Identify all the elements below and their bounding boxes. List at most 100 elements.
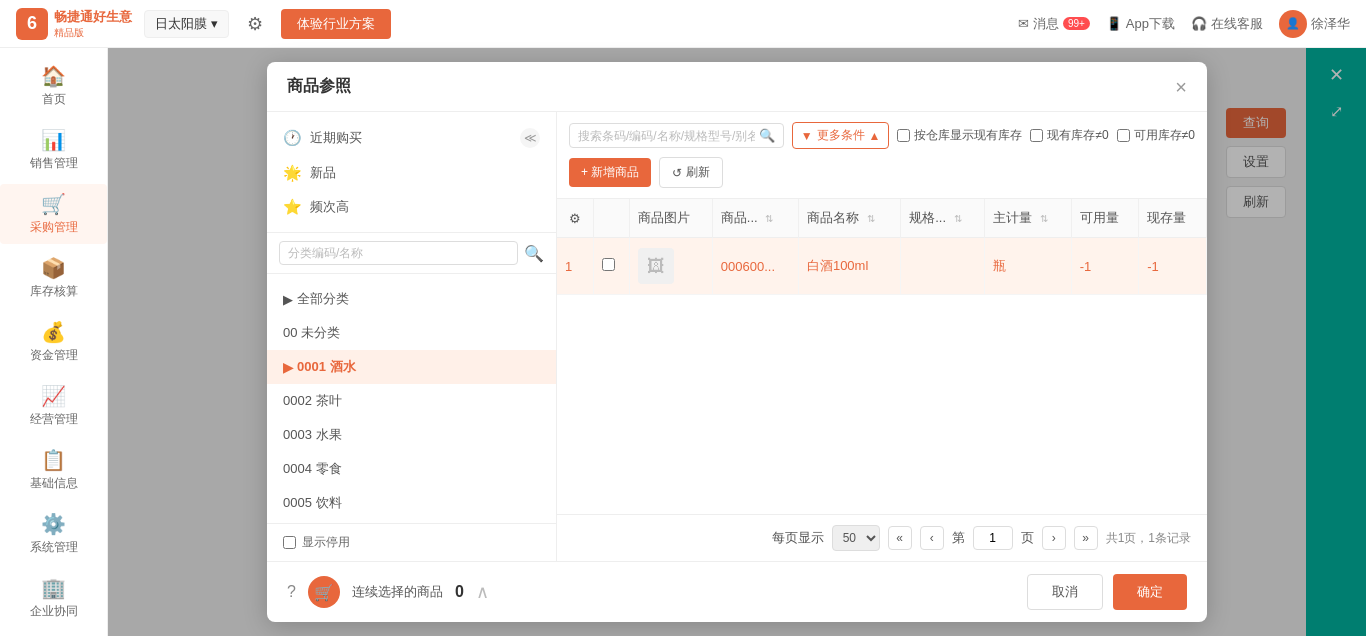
warehouse-stock-checkbox[interactable] bbox=[897, 129, 910, 142]
th-code[interactable]: 商品... ⇅ bbox=[712, 199, 798, 238]
sidebar-item-finance[interactable]: 💰 资金管理 bbox=[0, 312, 107, 372]
per-page-select[interactable]: 50 bbox=[832, 525, 880, 551]
cart-count: 0 bbox=[455, 583, 464, 601]
enterprise-icon: 🏢 bbox=[41, 576, 66, 600]
modal-header: 商品参照 × bbox=[267, 62, 1207, 112]
settings-icon[interactable]: ⚙ bbox=[241, 10, 269, 38]
sidebar-item-basic[interactable]: 📋 基础信息 bbox=[0, 440, 107, 500]
main-layout: 🏠 首页 📊 销售管理 🛒 采购管理 📦 库存核算 💰 资金管理 📈 经营管理 … bbox=[0, 48, 1366, 636]
refresh-btn[interactable]: ↺ 刷新 bbox=[659, 157, 723, 188]
show-disabled-checkbox[interactable] bbox=[283, 536, 296, 549]
product-search-wrap: 🔍 bbox=[569, 123, 784, 148]
first-page-btn[interactable]: « bbox=[888, 526, 912, 550]
category-item-0005[interactable]: 0005 饮料 bbox=[267, 486, 556, 520]
app-download-btn[interactable]: 📱 App下载 bbox=[1106, 15, 1175, 33]
collapse-left-btn[interactable]: ≪ bbox=[520, 128, 540, 148]
sidebar-item-guide[interactable]: 🎯 新手引导 bbox=[0, 632, 107, 636]
available-stock-checkbox[interactable] bbox=[1030, 129, 1043, 142]
th-unit[interactable]: 主计量 ⇅ bbox=[985, 199, 1072, 238]
th-stock: 现存量 bbox=[1139, 199, 1207, 238]
usable-stock-checkbox[interactable] bbox=[1117, 129, 1130, 142]
product-reference-modal: 商品参照 × 🕐 近期购买 ≪ � bbox=[267, 62, 1207, 622]
notification-icon: ✉ bbox=[1018, 16, 1029, 31]
checkbox-usable-stock[interactable]: 可用库存≠0 bbox=[1117, 127, 1195, 144]
tab-new-products[interactable]: 🌟 新品 bbox=[267, 156, 556, 190]
row-available: -1 bbox=[1071, 238, 1139, 295]
help-icon[interactable]: ? bbox=[287, 583, 296, 601]
category-search-input[interactable] bbox=[279, 241, 518, 265]
last-page-btn[interactable]: » bbox=[1074, 526, 1098, 550]
recent-icon: 🕐 bbox=[283, 129, 302, 147]
show-disabled-area: 显示停用 bbox=[267, 523, 556, 561]
category-item-0001[interactable]: ▶ 0001 酒水 bbox=[267, 350, 556, 384]
sidebar-item-enterprise[interactable]: 🏢 企业协同 bbox=[0, 568, 107, 628]
avatar: 👤 bbox=[1279, 10, 1307, 38]
tab-frequent[interactable]: ⭐ 频次高 bbox=[267, 190, 556, 224]
checkbox-available-stock[interactable]: 现有库存≠0 bbox=[1030, 127, 1108, 144]
page-label: 第 bbox=[952, 529, 965, 547]
page-suffix-label: 页 bbox=[1021, 529, 1034, 547]
checkbox-warehouse-stock[interactable]: 按仓库显示现有库存 bbox=[897, 127, 1022, 144]
table-row[interactable]: 1 🖼 000600... bbox=[557, 238, 1207, 295]
refresh-icon: ↺ bbox=[672, 166, 682, 180]
category-item-00[interactable]: 00 未分类 bbox=[267, 316, 556, 350]
more-filter-btn[interactable]: ▼ 更多条件 ▲ bbox=[792, 122, 890, 149]
category-item-0003[interactable]: 0003 水果 bbox=[267, 418, 556, 452]
sort-code-icon: ⇅ bbox=[765, 213, 773, 224]
category-item-0002[interactable]: 0002 茶叶 bbox=[267, 384, 556, 418]
arrow-right-icon: ▶ bbox=[283, 292, 293, 307]
th-spec[interactable]: 规格... ⇅ bbox=[901, 199, 985, 238]
sidebar-item-purchase[interactable]: 🛒 采购管理 bbox=[0, 184, 107, 244]
th-gear[interactable]: ⚙ bbox=[557, 199, 593, 238]
inventory-icon: 📦 bbox=[41, 256, 66, 280]
category-item-all[interactable]: ▶ 全部分类 bbox=[267, 282, 556, 316]
sidebar-item-home[interactable]: 🏠 首页 bbox=[0, 56, 107, 116]
notification-btn[interactable]: ✉ 消息 99+ bbox=[1018, 15, 1090, 33]
prev-page-btn[interactable]: ‹ bbox=[920, 526, 944, 550]
home-icon: 🏠 bbox=[41, 64, 66, 88]
row-code: 000600... bbox=[712, 238, 798, 295]
cancel-btn[interactable]: 取消 bbox=[1027, 574, 1103, 610]
sort-unit-icon: ⇅ bbox=[1040, 213, 1048, 224]
category-list: ▶ 全部分类 00 未分类 ▶ 0001 酒水 0002 茶 bbox=[267, 274, 556, 523]
logo-icon: 6 bbox=[16, 8, 48, 40]
sidebar-item-operation[interactable]: 📈 经营管理 bbox=[0, 376, 107, 436]
row-unit: 瓶 bbox=[985, 238, 1072, 295]
modal-close-btn[interactable]: × bbox=[1175, 77, 1187, 97]
next-page-btn[interactable]: › bbox=[1042, 526, 1066, 550]
right-panel: 🔍 ▼ 更多条件 ▲ 按仓库显示现有库存 bbox=[557, 112, 1207, 561]
th-name[interactable]: 商品名称 ⇅ bbox=[798, 199, 900, 238]
nav-company-selector[interactable]: 日太阳膜 ▾ bbox=[144, 10, 229, 38]
tab-recent-purchase[interactable]: 🕐 近期购买 ≪ bbox=[267, 120, 556, 156]
search-icon: 🔍 bbox=[759, 128, 775, 143]
chevron-down-icon: ▾ bbox=[211, 16, 218, 31]
product-search-input[interactable] bbox=[578, 129, 755, 143]
filter-icon: ▼ bbox=[801, 129, 813, 143]
sidebar-item-system[interactable]: ⚙️ 系统管理 bbox=[0, 504, 107, 564]
online-service-btn[interactable]: 🎧 在线客服 bbox=[1191, 15, 1263, 33]
row-checkbox[interactable] bbox=[602, 258, 615, 271]
cart-icon-btn[interactable]: 🛒 bbox=[308, 576, 340, 608]
sidebar-item-inventory[interactable]: 📦 库存核算 bbox=[0, 248, 107, 308]
trial-btn[interactable]: 体验行业方案 bbox=[281, 9, 391, 39]
sales-icon: 📊 bbox=[41, 128, 66, 152]
row-checkbox-cell[interactable] bbox=[593, 238, 629, 295]
system-icon: ⚙️ bbox=[41, 512, 66, 536]
confirm-btn[interactable]: 确定 bbox=[1113, 574, 1187, 610]
frequent-icon: ⭐ bbox=[283, 198, 302, 216]
th-image: 商品图片 bbox=[629, 199, 712, 238]
category-search: 🔍 bbox=[267, 233, 556, 274]
sidebar-item-sales[interactable]: 📊 销售管理 bbox=[0, 120, 107, 180]
left-sidebar: 🏠 首页 📊 销售管理 🛒 采购管理 📦 库存核算 💰 资金管理 📈 经营管理 … bbox=[0, 48, 108, 636]
collapse-footer-icon[interactable]: ∧ bbox=[476, 581, 489, 603]
add-product-btn[interactable]: + 新增商品 bbox=[569, 158, 651, 187]
category-search-icon[interactable]: 🔍 bbox=[524, 244, 544, 263]
page-number-input[interactable] bbox=[973, 526, 1013, 550]
row-name: 白酒100ml bbox=[798, 238, 900, 295]
basic-icon: 📋 bbox=[41, 448, 66, 472]
th-check bbox=[593, 199, 629, 238]
finance-icon: 💰 bbox=[41, 320, 66, 344]
user-avatar[interactable]: 👤 徐泽华 bbox=[1279, 10, 1350, 38]
logo-text: 畅捷通好生意 精品版 bbox=[54, 8, 132, 40]
category-item-0004[interactable]: 0004 零食 bbox=[267, 452, 556, 486]
